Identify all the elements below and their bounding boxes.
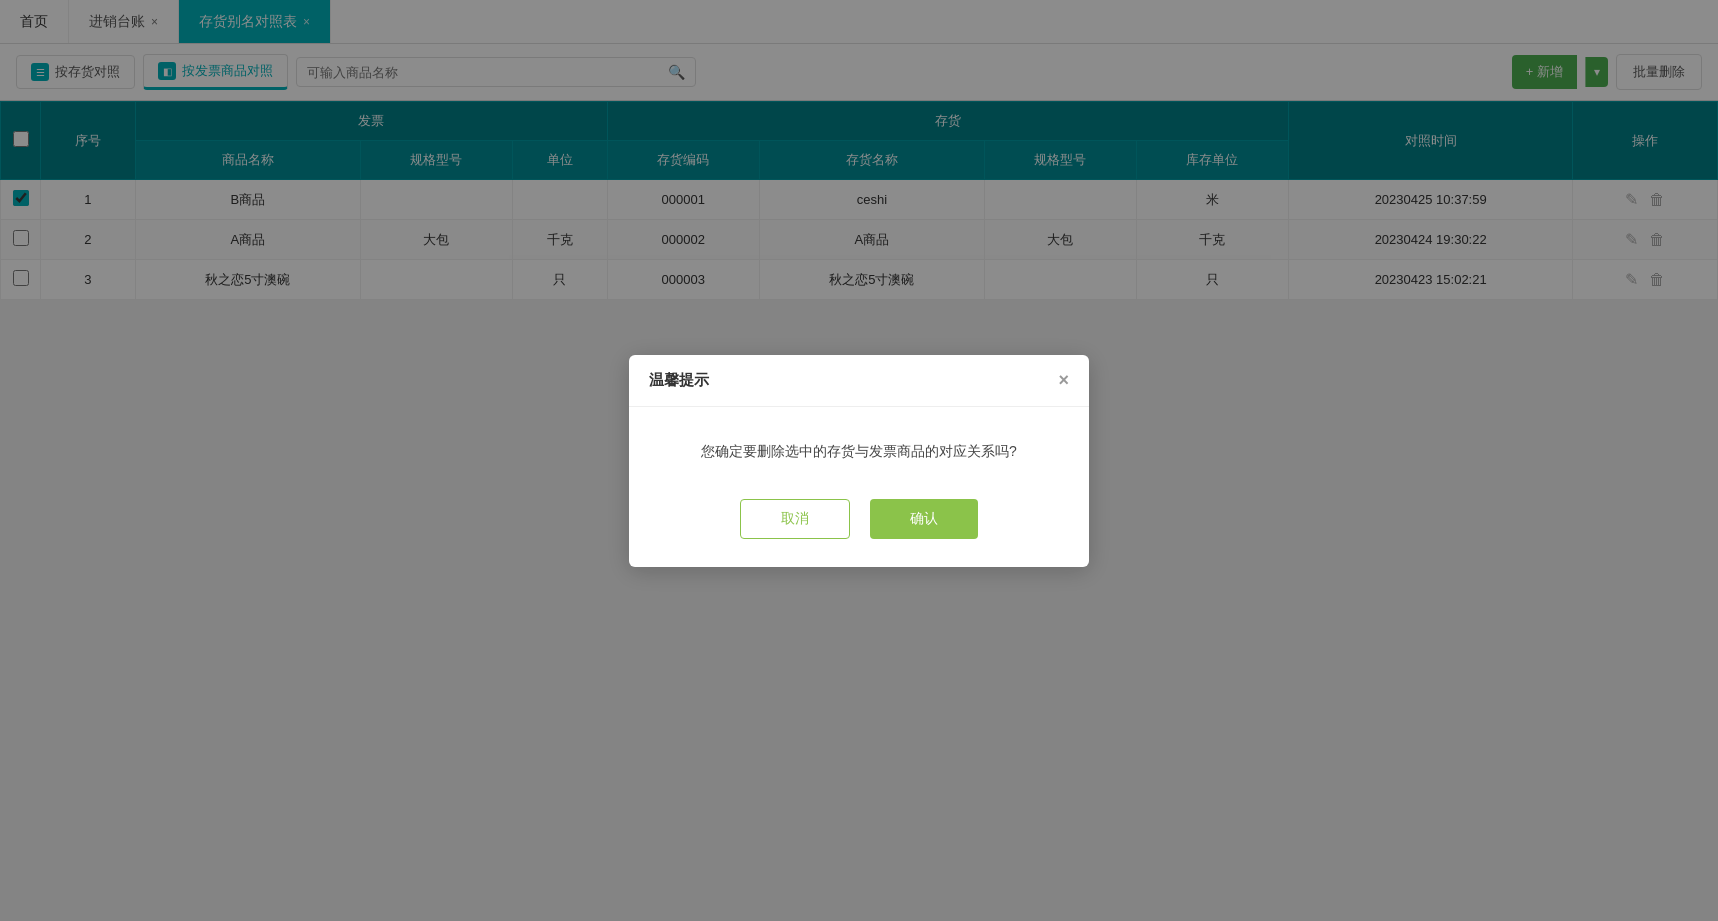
overlay: 温馨提示 × 您确定要删除选中的存货与发票商品的对应关系吗? 取消 确认 [0,0,1718,300]
